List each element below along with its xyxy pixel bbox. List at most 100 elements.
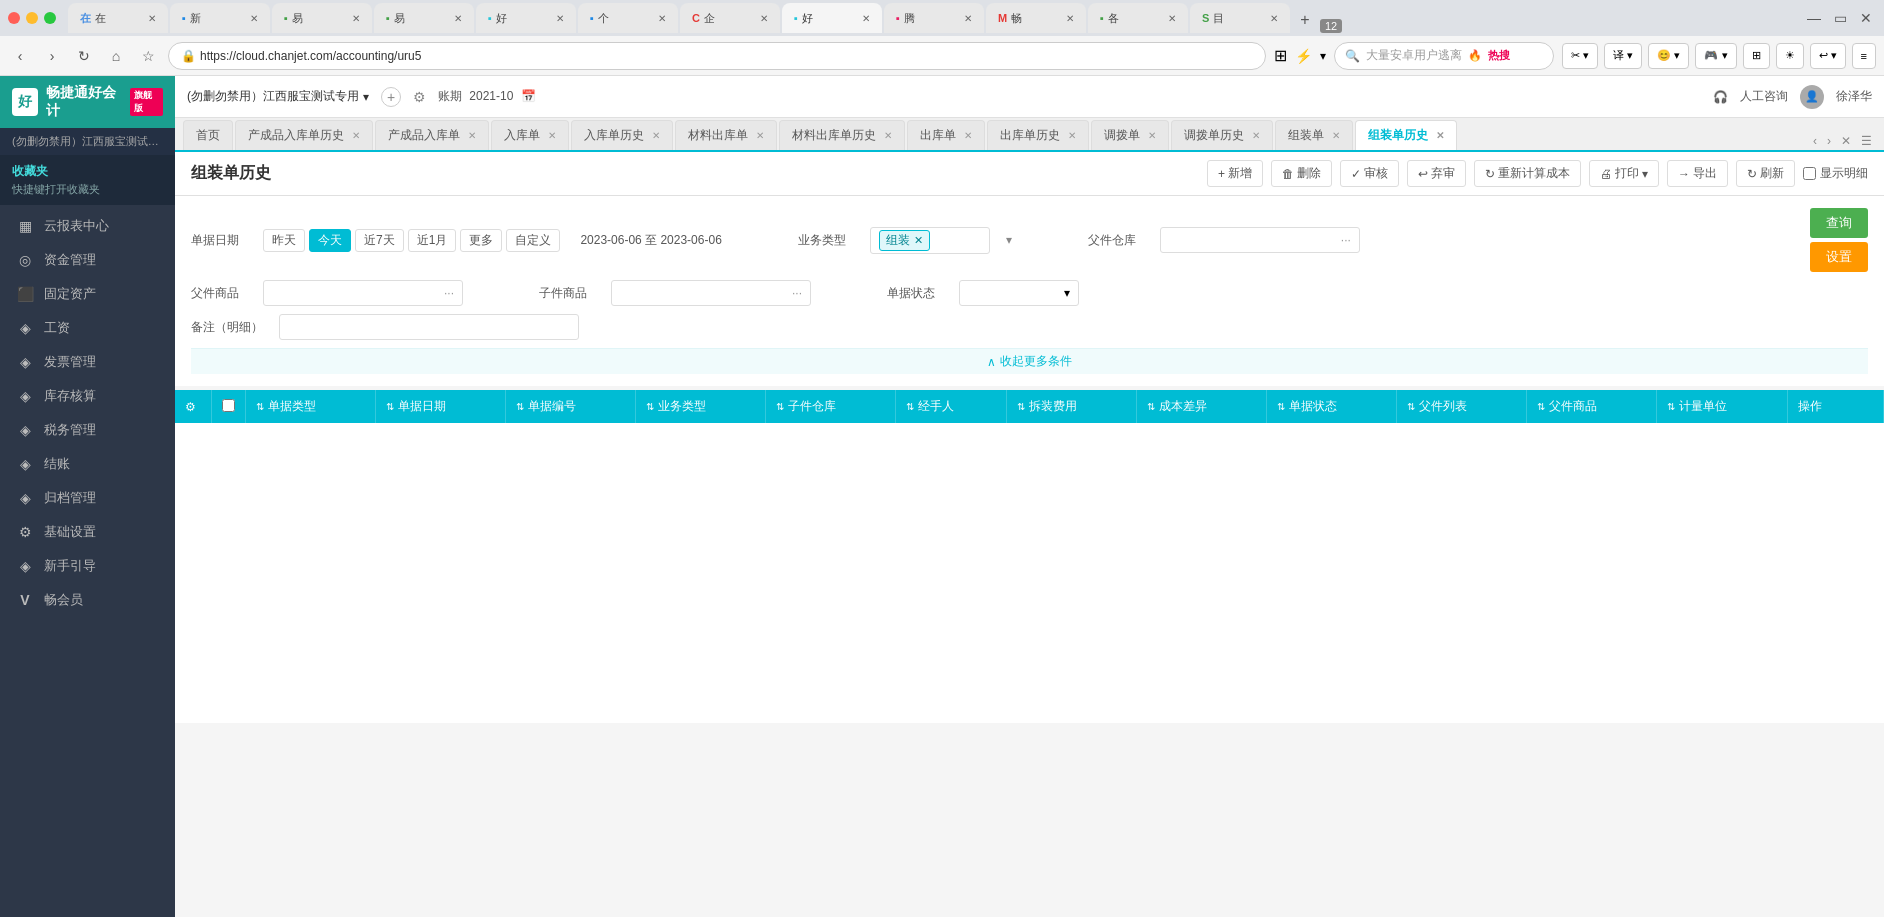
refresh-page-btn[interactable]: ↻ 刷新 [1736, 160, 1795, 187]
menu-btn[interactable]: ≡ [1852, 43, 1876, 69]
browser-tab-1[interactable]: 在 在 ✕ [68, 3, 168, 33]
tab-close-pt6[interactable]: ✕ [884, 130, 892, 141]
tab-close-4[interactable]: ✕ [454, 13, 462, 24]
page-tab-4[interactable]: 入库单历史 ✕ [571, 120, 673, 150]
th-order-no[interactable]: ⇅单据编号 [505, 390, 635, 423]
child-goods-input[interactable]: ··· [611, 280, 811, 306]
date-more[interactable]: 更多 [460, 229, 502, 252]
tab-close-pt4[interactable]: ✕ [652, 130, 660, 141]
th-checkbox[interactable] [211, 390, 245, 423]
back-button[interactable]: ‹ [8, 44, 32, 68]
tab-close-pt5[interactable]: ✕ [756, 130, 764, 141]
page-tab-6[interactable]: 材料出库单历史 ✕ [779, 120, 905, 150]
undo-btn[interactable]: ↩ ▾ [1810, 43, 1846, 69]
add-company-btn[interactable]: + [381, 87, 401, 107]
date-7days[interactable]: 近7天 [355, 229, 404, 252]
sidebar-favorites[interactable]: 收藏夹 快捷键打开收藏夹 [0, 155, 175, 205]
note-filter-input[interactable] [279, 314, 579, 340]
browser-tab-3[interactable]: ▪ 易 ✕ [272, 3, 372, 33]
date-custom[interactable]: 自定义 [506, 229, 560, 252]
sidebar-item-capital[interactable]: ◎ 资金管理 [0, 243, 175, 277]
translate-btn[interactable]: 译 ▾ [1604, 43, 1642, 69]
unapprove-btn[interactable]: ↩ 弃审 [1407, 160, 1466, 187]
bookmark-button[interactable]: ☆ [136, 44, 160, 68]
sidebar-item-guide[interactable]: ◈ 新手引导 [0, 549, 175, 583]
th-settings[interactable]: ⚙ [175, 390, 211, 423]
tab-close-1[interactable]: ✕ [148, 13, 156, 24]
parent-warehouse-input[interactable]: ··· [1160, 227, 1360, 253]
page-tab-7[interactable]: 出库单 ✕ [907, 120, 985, 150]
page-tab-10[interactable]: 调拨单历史 ✕ [1171, 120, 1273, 150]
settings-gear-btn[interactable]: ⚙ [413, 89, 426, 105]
business-dropdown-arrow[interactable]: ▾ [1006, 233, 1012, 247]
print-btn[interactable]: 🖨 打印 ▾ [1589, 160, 1659, 187]
query-btn[interactable]: 查询 [1810, 208, 1868, 238]
tab-close-7[interactable]: ✕ [760, 13, 768, 24]
print-dropdown[interactable]: ▾ [1642, 167, 1648, 181]
new-tab-button[interactable]: + [1292, 7, 1318, 33]
sidebar-item-invoice[interactable]: ◈ 发票管理 [0, 345, 175, 379]
page-tab-5[interactable]: 材料出库单 ✕ [675, 120, 777, 150]
calendar-icon[interactable]: 📅 [521, 89, 536, 103]
th-order-status[interactable]: ⇅单据状态 [1267, 390, 1397, 423]
recalc-btn[interactable]: ↻ 重新计算成本 [1474, 160, 1581, 187]
tab-close-12[interactable]: ✕ [1270, 13, 1278, 24]
browser-tab-4[interactable]: ▪ 易 ✕ [374, 3, 474, 33]
tab-close-pt9[interactable]: ✕ [1148, 130, 1156, 141]
date-1month[interactable]: 近1月 [408, 229, 457, 252]
tab-close-8[interactable]: ✕ [862, 13, 870, 24]
page-tab-12[interactable]: 组装单历史 ✕ [1355, 120, 1457, 150]
th-order-type[interactable]: ⇅单据类型 [245, 390, 375, 423]
scissors-btn[interactable]: ✂ ▾ [1562, 43, 1598, 69]
user-service-label[interactable]: 人工咨询 [1740, 88, 1788, 105]
dropdown-arrow-nav[interactable]: ▾ [1320, 49, 1326, 63]
sidebar-item-member[interactable]: V 畅会员 [0, 583, 175, 617]
th-biz-type[interactable]: ⇅业务类型 [635, 390, 765, 423]
window-minimize[interactable]: — [1804, 8, 1824, 28]
tab-close-pt10[interactable]: ✕ [1252, 130, 1260, 141]
sidebar-item-settlement[interactable]: ◈ 结账 [0, 447, 175, 481]
show-detail-checkbox-wrapper[interactable]: 显示明细 [1803, 165, 1868, 182]
date-yesterday[interactable]: 昨天 [263, 229, 305, 252]
page-tab-8[interactable]: 出库单历史 ✕ [987, 120, 1089, 150]
browser-tab-2[interactable]: ▪ 新 ✕ [170, 3, 270, 33]
tab-scroll-left[interactable]: ‹ › ✕ ☰ [1809, 132, 1876, 150]
forward-button[interactable]: › [40, 44, 64, 68]
delete-btn[interactable]: 🗑 删除 [1271, 160, 1332, 187]
grid-btn[interactable]: ⊞ [1743, 43, 1770, 69]
browser-tab-7[interactable]: C 企 ✕ [680, 3, 780, 33]
browser-tab-6[interactable]: ▪ 个 ✕ [578, 3, 678, 33]
browser-tab-12[interactable]: S 目 ✕ [1190, 3, 1290, 33]
tab-close-10[interactable]: ✕ [1066, 13, 1074, 24]
lightning-icon[interactable]: ⚡ [1295, 48, 1312, 64]
sidebar-item-settings[interactable]: ⚙ 基础设置 [0, 515, 175, 549]
parent-goods-dots[interactable]: ··· [444, 286, 454, 300]
tab-close-6[interactable]: ✕ [658, 13, 666, 24]
home-button[interactable]: ⌂ [104, 44, 128, 68]
window-close[interactable]: ✕ [1856, 8, 1876, 28]
th-parent-goods[interactable]: ⇅父件商品 [1527, 390, 1657, 423]
settings-query-btn[interactable]: 设置 [1810, 242, 1868, 272]
th-order-date[interactable]: ⇅单据日期 [375, 390, 505, 423]
tab-close-pt12[interactable]: ✕ [1436, 130, 1444, 141]
page-tab-3[interactable]: 入库单 ✕ [491, 120, 569, 150]
tab-close-pt3[interactable]: ✕ [548, 130, 556, 141]
business-type-filter[interactable]: 组装 ✕ [870, 227, 990, 254]
browser-tab-11[interactable]: ▪ 各 ✕ [1088, 3, 1188, 33]
sidebar-item-wage[interactable]: ◈ 工资 [0, 311, 175, 345]
refresh-button[interactable]: ↻ [72, 44, 96, 68]
export-btn[interactable]: → 导出 [1667, 160, 1728, 187]
order-status-select[interactable]: ▾ [959, 280, 1079, 306]
new-btn[interactable]: + 新增 [1207, 160, 1263, 187]
tab-close-9[interactable]: ✕ [964, 13, 972, 24]
sidebar-item-fixed-assets[interactable]: ⬛ 固定资产 [0, 277, 175, 311]
tab-close-11[interactable]: ✕ [1168, 13, 1176, 24]
browser-tab-5[interactable]: ▪ 好 ✕ [476, 3, 576, 33]
game-btn[interactable]: 🎮 ▾ [1695, 43, 1736, 69]
tab-close-3[interactable]: ✕ [352, 13, 360, 24]
th-disassembly-fee[interactable]: ⇅拆装费用 [1006, 390, 1136, 423]
parent-warehouse-dots[interactable]: ··· [1341, 233, 1351, 247]
search-bar[interactable]: 🔍 大量安卓用户逃离 🔥 热搜 [1334, 42, 1554, 70]
browser-tab-8[interactable]: ▪ 好 ✕ [782, 3, 882, 33]
address-bar[interactable]: 🔒 https://cloud.chanjet.com/accounting/u… [168, 42, 1266, 70]
